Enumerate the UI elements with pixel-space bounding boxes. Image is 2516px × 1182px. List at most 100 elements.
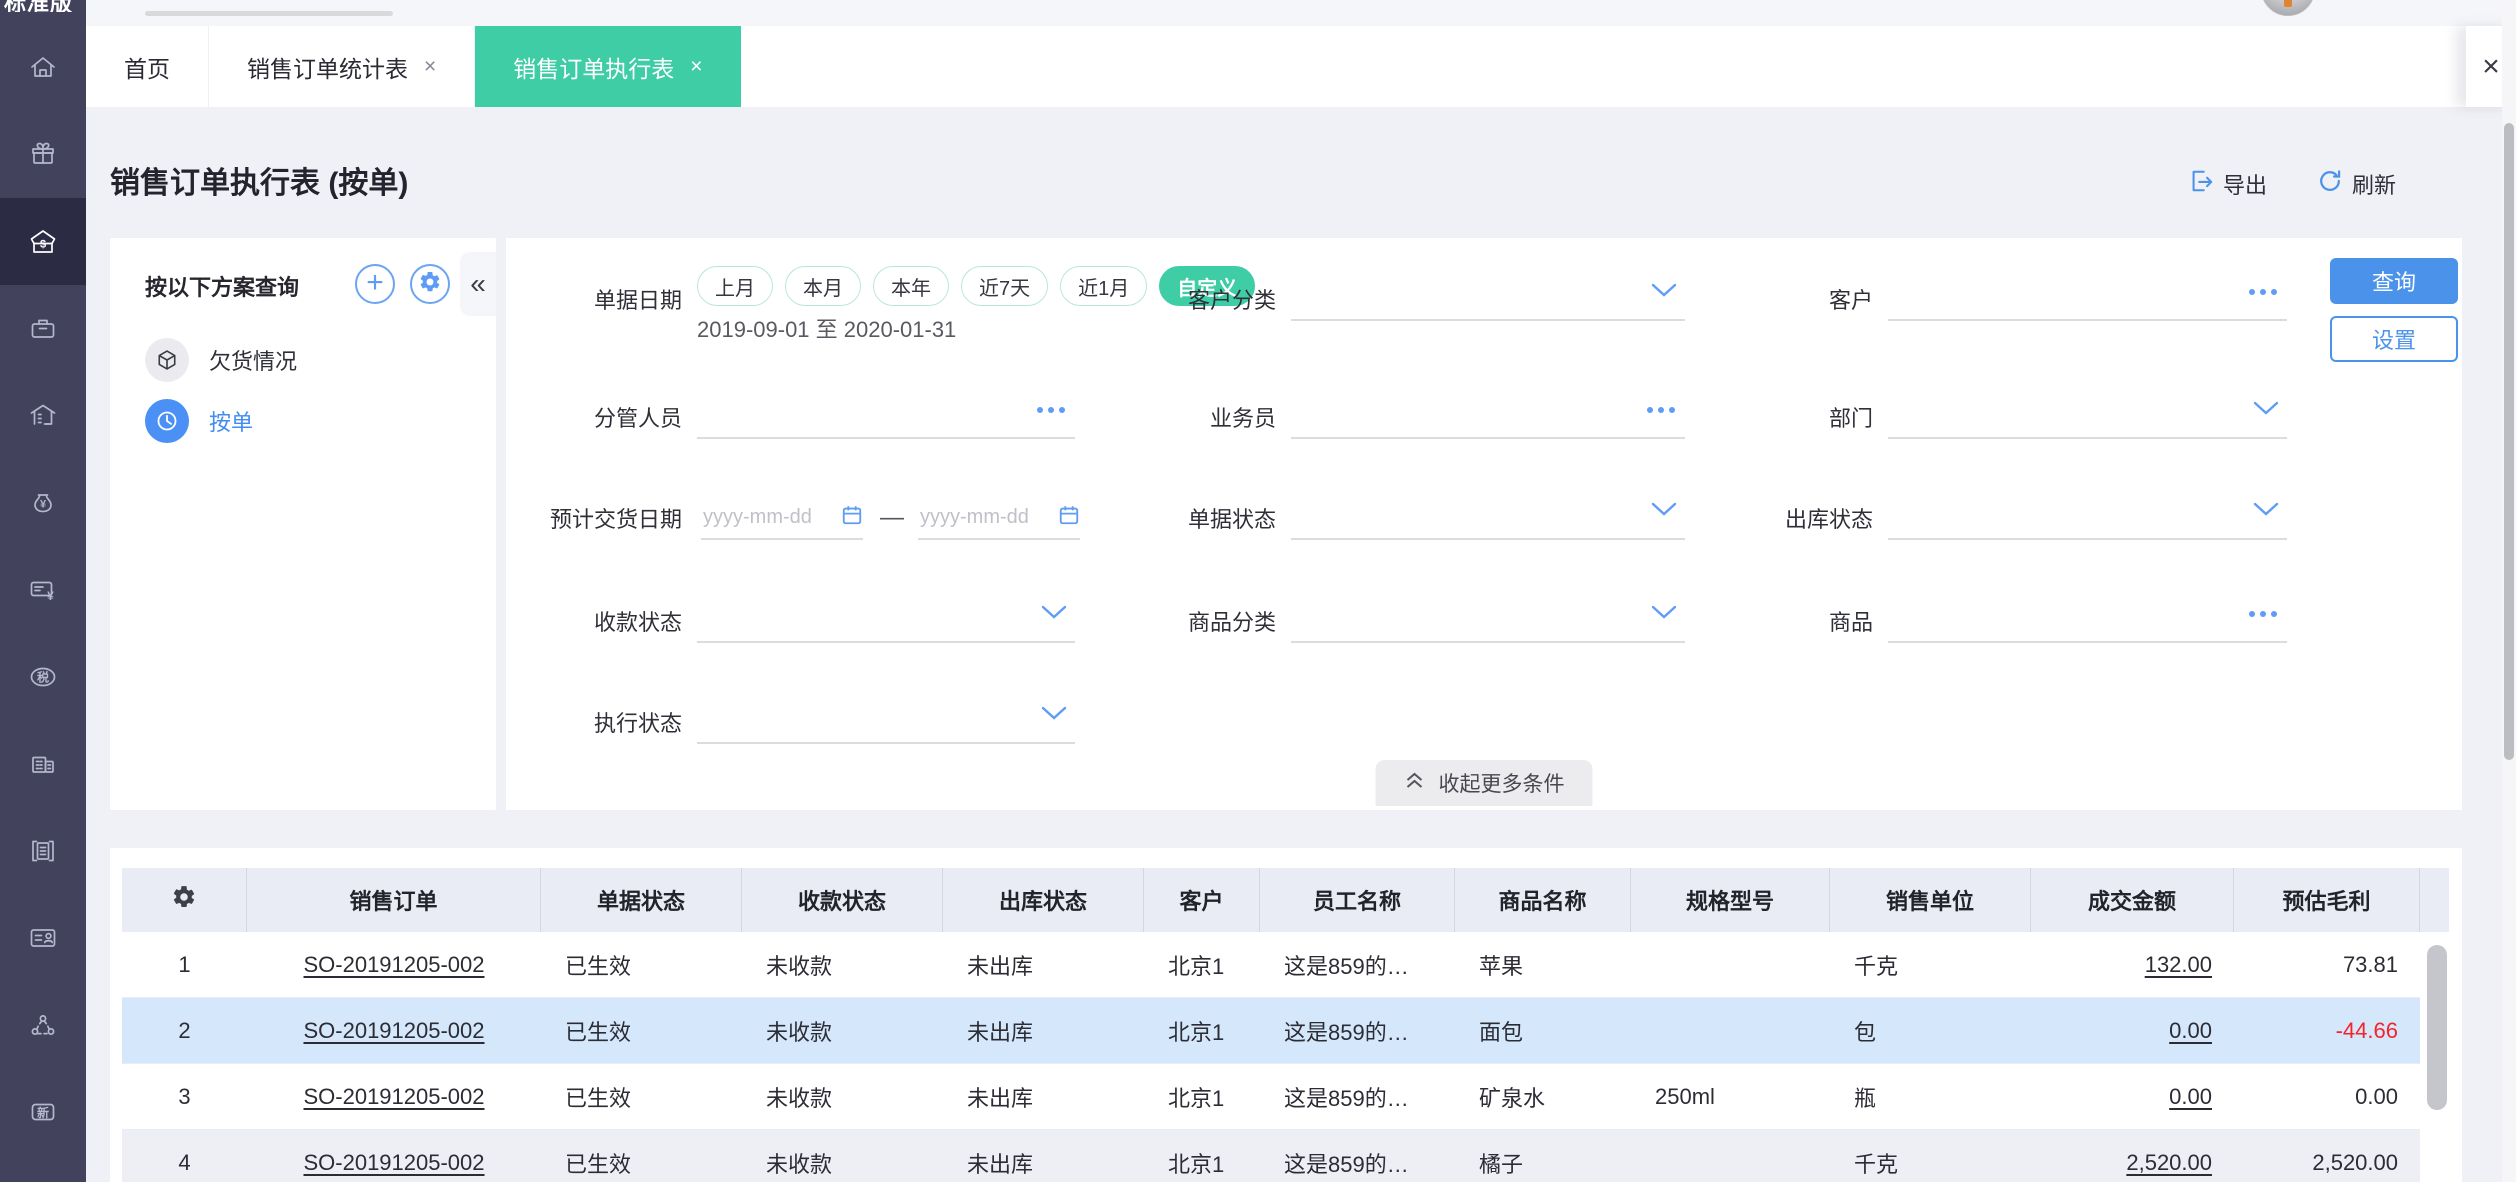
scheme-panel-title: 按以下方案查询 [145,275,300,300]
sidebar-nav: $ ¥ ¥ 税新 [0,24,86,1155]
table-header-cell[interactable]: 员工名称 [1260,868,1455,932]
order-link[interactable]: SO-20191205-002 [303,1084,484,1110]
sidebar-item-network[interactable] [0,981,86,1068]
date-preset-pill[interactable]: 上月 [697,266,773,306]
amount-link[interactable]: 0.00 [2169,1084,2212,1110]
order-link[interactable]: SO-20191205-002 [303,1018,484,1044]
cell-doc_status: 已生效 [565,1019,632,1045]
add-scheme-button[interactable]: + [355,264,395,304]
cell-customer: 北京1 [1168,953,1225,979]
sales-house-icon: $ [27,226,59,258]
sidebar-item-contacts[interactable] [0,894,86,981]
sidebar-item-company[interactable] [0,720,86,807]
table-header-cell[interactable]: 出库状态 [943,868,1144,932]
refresh-label: 刷新 [2352,173,2397,198]
filter-select-outbound_status[interactable] [1888,500,2287,540]
table-header-cell[interactable]: 销售单位 [1830,868,2031,932]
table-header-cell[interactable]: 销售订单 [247,868,541,932]
table-header-cell[interactable]: 单据状态 [541,868,742,932]
page-scrollbar-track [2502,0,2516,1182]
date-range-value[interactable]: 2019-09-01 至 2020-01-31 [697,312,956,344]
table-header-cell[interactable]: 成交金额 [2031,868,2234,932]
delivery-date-start-input[interactable]: yyyy-mm-dd [701,500,863,540]
sidebar-item-home[interactable] [0,24,86,111]
table-row[interactable]: 1 SO-20191205-002 已生效 未收款 未出库 北京1 这是859的… 苹果 千克 1… [122,932,2420,998]
date-preset-pill[interactable]: 本月 [785,266,861,306]
amount-link[interactable]: 0.00 [2169,1018,2212,1044]
scheme-item-by-order[interactable]: 按单 [145,399,253,443]
table-row[interactable]: 4 SO-20191205-002 已生效 未收款 未出库 北京1 这是859的… 橘子 千克 2… [122,1130,2420,1182]
close-tab-icon[interactable]: × [424,56,436,77]
sidebar-item-new[interactable]: 新 [0,1068,86,1155]
gift-icon [27,139,59,171]
date-preset-pill[interactable]: 本年 [873,266,949,306]
contact-card-icon [27,922,59,954]
table-header-cell[interactable]: 商品名称 [1455,868,1631,932]
tab-home[interactable]: 首页 [86,26,209,107]
cell-order: SO-20191205-002 [247,998,541,1063]
table-header-cell[interactable]: 客户 [1144,868,1260,932]
page-title: 销售订单执行表 (按单) [110,167,409,200]
sidebar-item-sales[interactable]: $ [0,198,86,285]
table-header-cell[interactable]: 规格型号 [1631,868,1830,932]
sidebar-item-funds[interactable]: ¥ [0,459,86,546]
chevron-down-icon[interactable] [2253,401,2279,421]
page-scrollbar[interactable] [2504,123,2514,760]
home-icon [27,52,59,84]
table-scrollbar[interactable] [2427,945,2447,1110]
query-button[interactable]: 查询 [2330,258,2458,304]
table-header-cell[interactable]: 收款状态 [742,868,943,932]
cell-profit: 73.81 [2342,951,2398,977]
cell-doc_status: 已生效 [565,953,632,979]
chevron-down-icon[interactable] [2253,502,2279,522]
amount-link[interactable]: 132.00 [2145,952,2212,978]
ellipsis-lookup-icon[interactable] [2249,289,2277,295]
tab-active[interactable]: 销售订单执行表 × [475,26,741,107]
sidebar-item-billing[interactable]: ¥ [0,546,86,633]
tax-coin-icon: 税 [27,661,59,693]
cell-amount: 132.00 [2031,932,2234,997]
amount-link[interactable]: 2,520.00 [2126,1150,2212,1176]
avatar[interactable] [2261,0,2315,16]
new-badge-icon: 新 [27,1096,59,1128]
filter-label: 部门 [1828,406,1873,431]
chevron-down-icon[interactable] [1041,706,1067,726]
table-header-cell[interactable]: 预估毛利 [2234,868,2420,932]
order-link[interactable]: SO-20191205-002 [303,1150,484,1176]
top-scrollbar[interactable] [145,11,393,16]
close-tab-icon[interactable]: × [690,56,702,77]
collapse-more-filters-button[interactable]: 收起更多条件 [1375,760,1593,806]
filter-label: 单据状态 [1187,507,1276,532]
filter-lookup-customer[interactable] [1888,281,2287,321]
sidebar-item-documents[interactable] [0,807,86,894]
filter-label: 商品分类 [1187,610,1276,635]
cell-amount: 2,520.00 [2031,1130,2234,1182]
tab-1[interactable]: 销售订单统计表 × [209,26,476,107]
settings-button[interactable]: 设置 [2330,316,2458,362]
cell-customer: 北京1 [1168,1019,1225,1045]
sidebar-item-gift[interactable] [0,111,86,198]
refresh-button[interactable]: 刷新 [2317,168,2396,200]
sidebar-item-warehouse[interactable] [0,372,86,459]
filter-label: 商品 [1828,610,1873,635]
cell-num: 4 [178,1149,191,1175]
ellipsis-lookup-icon[interactable] [2249,611,2277,617]
cell-unit: 瓶 [1854,1085,1877,1111]
export-button[interactable]: 导出 [2188,168,2267,200]
sidebar-item-purchase[interactable] [0,285,86,372]
sidebar-item-tax[interactable]: 税 [0,633,86,720]
scheme-item-label: 欠货情况 [209,349,298,374]
cell-amount: 0.00 [2031,1064,2234,1129]
table-row[interactable]: 3 SO-20191205-002 已生效 未收款 未出库 北京1 这是859的… 矿泉水 25… [122,1064,2420,1130]
table-row[interactable]: 2 SO-20191205-002 已生效 未收款 未出库 北京1 这是859的… 面包 包 0.… [122,998,2420,1064]
calendar-icon[interactable] [841,504,863,532]
scheme-item-backorder[interactable]: 欠货情况 [145,338,297,382]
date-placeholder: yyyy-mm-dd [703,506,812,528]
filter-select-department[interactable] [1888,399,2287,439]
table-column-settings-button[interactable] [122,868,247,932]
cell-product: 面包 [1479,1019,1524,1045]
filter-lookup-product[interactable] [1888,603,2287,643]
cell-customer: 北京1 [1168,1151,1225,1177]
order-link[interactable]: SO-20191205-002 [303,952,484,978]
filter-select-execution_status[interactable] [697,704,1075,744]
